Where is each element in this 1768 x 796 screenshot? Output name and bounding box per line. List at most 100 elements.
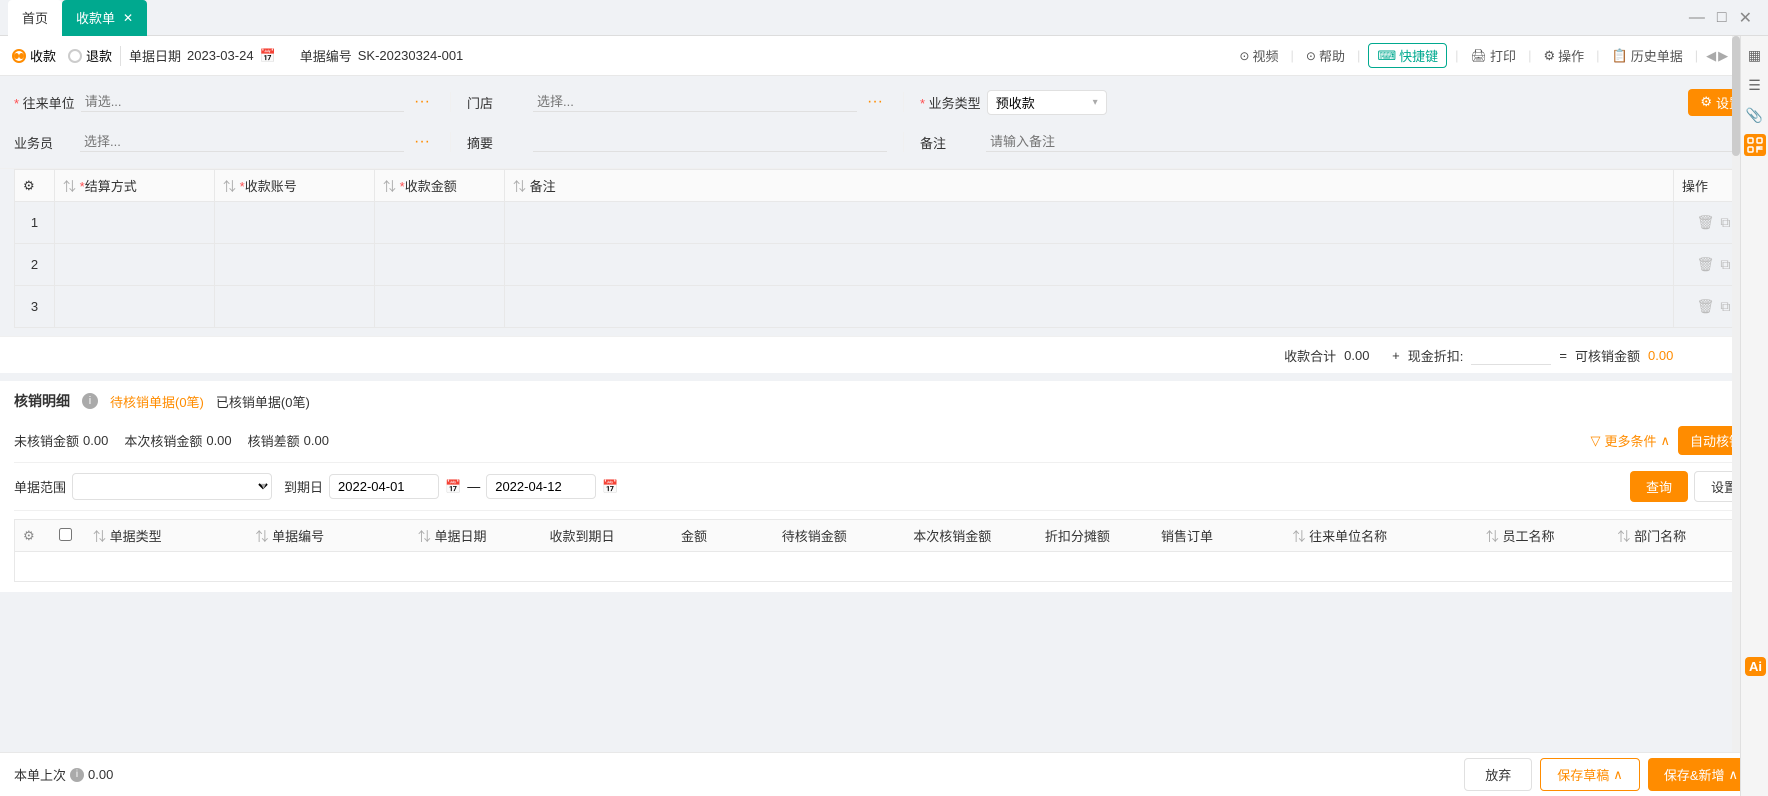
- nav-prev-icon[interactable]: ◀: [1706, 48, 1716, 64]
- more-conditions-btn[interactable]: ▽ 更多条件 ∧: [1590, 431, 1670, 450]
- bottom-bar: 本单上次 i 0.00 放弃 保存草稿 ∧ 保存&新增 ∧: [0, 752, 1768, 796]
- row-3-settle[interactable]: [55, 286, 215, 328]
- operate-btn[interactable]: ⚙ 操作: [1539, 44, 1588, 67]
- calendar-from-icon[interactable]: 📅: [445, 479, 461, 495]
- scrollbar[interactable]: [1732, 36, 1740, 752]
- shop-field: 门店 ···: [467, 88, 887, 116]
- table-header-gear[interactable]: ⚙: [15, 170, 55, 202]
- right-panel-inbox-icon[interactable]: ☰: [1744, 74, 1766, 96]
- verify-info-icon[interactable]: i: [82, 393, 98, 409]
- right-panel-scan-icon[interactable]: [1744, 134, 1766, 156]
- row-1-amount[interactable]: [375, 202, 505, 244]
- row-2-delete-icon[interactable]: 🗑: [1697, 256, 1715, 273]
- abandon-label: 放弃: [1485, 768, 1511, 783]
- right-panel-attachment-icon[interactable]: 📎: [1744, 104, 1766, 126]
- row-2-remark[interactable]: [505, 244, 1674, 286]
- row-2-account[interactable]: [215, 244, 375, 286]
- tab-close-icon[interactable]: ✕: [123, 11, 133, 25]
- window-minimize-btn[interactable]: —: [1685, 9, 1709, 27]
- history-btn[interactable]: 📋 历史单据: [1608, 44, 1687, 67]
- window-maximize-btn[interactable]: □: [1713, 9, 1731, 27]
- done-tab[interactable]: 已核销单据(0笔): [216, 392, 310, 411]
- summary-input[interactable]: [533, 132, 887, 152]
- row-1-delete-icon[interactable]: 🗑: [1697, 214, 1715, 231]
- summary-label: 摘要: [467, 133, 527, 152]
- nav-next-icon[interactable]: ▶: [1718, 48, 1728, 64]
- save-draft-btn[interactable]: 保存草稿 ∧: [1540, 758, 1640, 791]
- pending-tab[interactable]: 待核销单据(0笔): [110, 392, 204, 411]
- radio-receipt[interactable]: 收款: [12, 46, 56, 65]
- number-value: SK-20230324-001: [358, 48, 464, 63]
- vt-pending-amount-header: 待核销金额: [778, 526, 910, 545]
- table-row: 2 🗑 ⧉: [15, 244, 1754, 286]
- salesman-input[interactable]: [80, 132, 404, 152]
- row-1-remark[interactable]: [505, 202, 1674, 244]
- sort-vt-bill-no[interactable]: ⇅: [255, 529, 268, 544]
- scrollbar-thumb[interactable]: [1732, 36, 1740, 156]
- tab-home[interactable]: 首页: [8, 0, 62, 36]
- print-btn[interactable]: 🖨 打印: [1467, 44, 1521, 67]
- remark-input[interactable]: [986, 132, 1754, 152]
- due-date-to-input[interactable]: [486, 474, 596, 499]
- verify-section: 核销明细 i 待核销单据(0笔) 已核销单据(0笔) 未核销金额 0.00 本次…: [0, 381, 1768, 592]
- tab-receipt[interactable]: 收款单 ✕: [62, 0, 147, 36]
- discount-input[interactable]: [1471, 345, 1551, 365]
- sort-vt-counterpart[interactable]: ⇅: [1293, 529, 1306, 544]
- ai-badge[interactable]: Ai: [1745, 657, 1766, 676]
- due-date-from-input[interactable]: [329, 474, 439, 499]
- shop-input[interactable]: [533, 92, 857, 112]
- shortcut-icon: ⌨: [1377, 48, 1396, 64]
- query-btn[interactable]: 查询: [1630, 471, 1688, 502]
- row-2-amount[interactable]: [375, 244, 505, 286]
- plus-label: +: [1392, 348, 1400, 363]
- row-2-settle[interactable]: [55, 244, 215, 286]
- window-close-btn[interactable]: ✕: [1735, 8, 1756, 28]
- shop-more-icon[interactable]: ···: [863, 93, 887, 111]
- calendar-to-icon[interactable]: 📅: [602, 479, 618, 495]
- row-1-settle[interactable]: [55, 202, 215, 244]
- diff-label: 核销差额: [248, 431, 300, 450]
- sort-vt-bill-type[interactable]: ⇅: [93, 529, 106, 544]
- bottom-info-icon[interactable]: i: [70, 768, 84, 782]
- sort-icon-account[interactable]: ⇅: [223, 179, 236, 194]
- video-btn[interactable]: ⊙ 视频: [1235, 44, 1282, 67]
- sep2: [903, 92, 904, 112]
- row-2-copy-icon[interactable]: ⧉: [1720, 256, 1730, 273]
- salesman-field: 业务员 ···: [14, 128, 434, 156]
- row-1-copy-icon[interactable]: ⧉: [1720, 214, 1730, 231]
- row-3-account[interactable]: [215, 286, 375, 328]
- business-type-select[interactable]: 预收款 ▾: [987, 90, 1107, 115]
- help-btn[interactable]: ⊙ 帮助: [1302, 44, 1349, 67]
- radio-refund[interactable]: 退款: [68, 46, 112, 65]
- right-panel-table-icon[interactable]: ▦: [1744, 44, 1766, 66]
- right-panel: ▦ ☰ 📎 Ai: [1740, 36, 1768, 796]
- row-3-delete-icon[interactable]: 🗑: [1697, 298, 1715, 315]
- sort-icon-settle[interactable]: ⇅: [63, 179, 76, 194]
- shortcut-btn[interactable]: ⌨ 快捷键: [1368, 43, 1447, 68]
- save-new-btn[interactable]: 保存&新增 ∧: [1648, 758, 1754, 791]
- row-1-account[interactable]: [215, 202, 375, 244]
- ai-badge-text: Ai: [1749, 659, 1762, 674]
- radio-receipt-dot: [12, 49, 26, 63]
- row-3-amount[interactable]: [375, 286, 505, 328]
- sort-vt-employee[interactable]: ⇅: [1486, 529, 1499, 544]
- salesman-more-icon[interactable]: ···: [410, 133, 434, 151]
- counterpart-input[interactable]: [81, 92, 404, 112]
- salesman-label: 业务员: [14, 133, 74, 152]
- done-tab-label: 已核销单据(0笔): [216, 392, 310, 411]
- range-select[interactable]: [72, 473, 272, 500]
- abandon-btn[interactable]: 放弃: [1464, 758, 1532, 791]
- date-field-group: 单据日期 2023-03-24 📅: [129, 46, 276, 65]
- sort-icon-amount[interactable]: ⇅: [383, 179, 396, 194]
- vt-gear-icon[interactable]: ⚙: [23, 528, 59, 544]
- save-new-chevron: ∧: [1728, 767, 1738, 783]
- calendar-icon[interactable]: 📅: [260, 48, 276, 64]
- row-3-copy-icon[interactable]: ⧉: [1720, 298, 1730, 315]
- row-3-remark[interactable]: [505, 286, 1674, 328]
- sort-vt-dept[interactable]: ⇅: [1617, 529, 1630, 544]
- radio-refund-dot: [68, 49, 82, 63]
- vt-select-all-checkbox[interactable]: [59, 528, 72, 541]
- counterpart-more-icon[interactable]: ···: [410, 93, 434, 111]
- current-verify-value: 0.00: [206, 433, 231, 448]
- sort-vt-bill-date[interactable]: ⇅: [418, 529, 431, 544]
